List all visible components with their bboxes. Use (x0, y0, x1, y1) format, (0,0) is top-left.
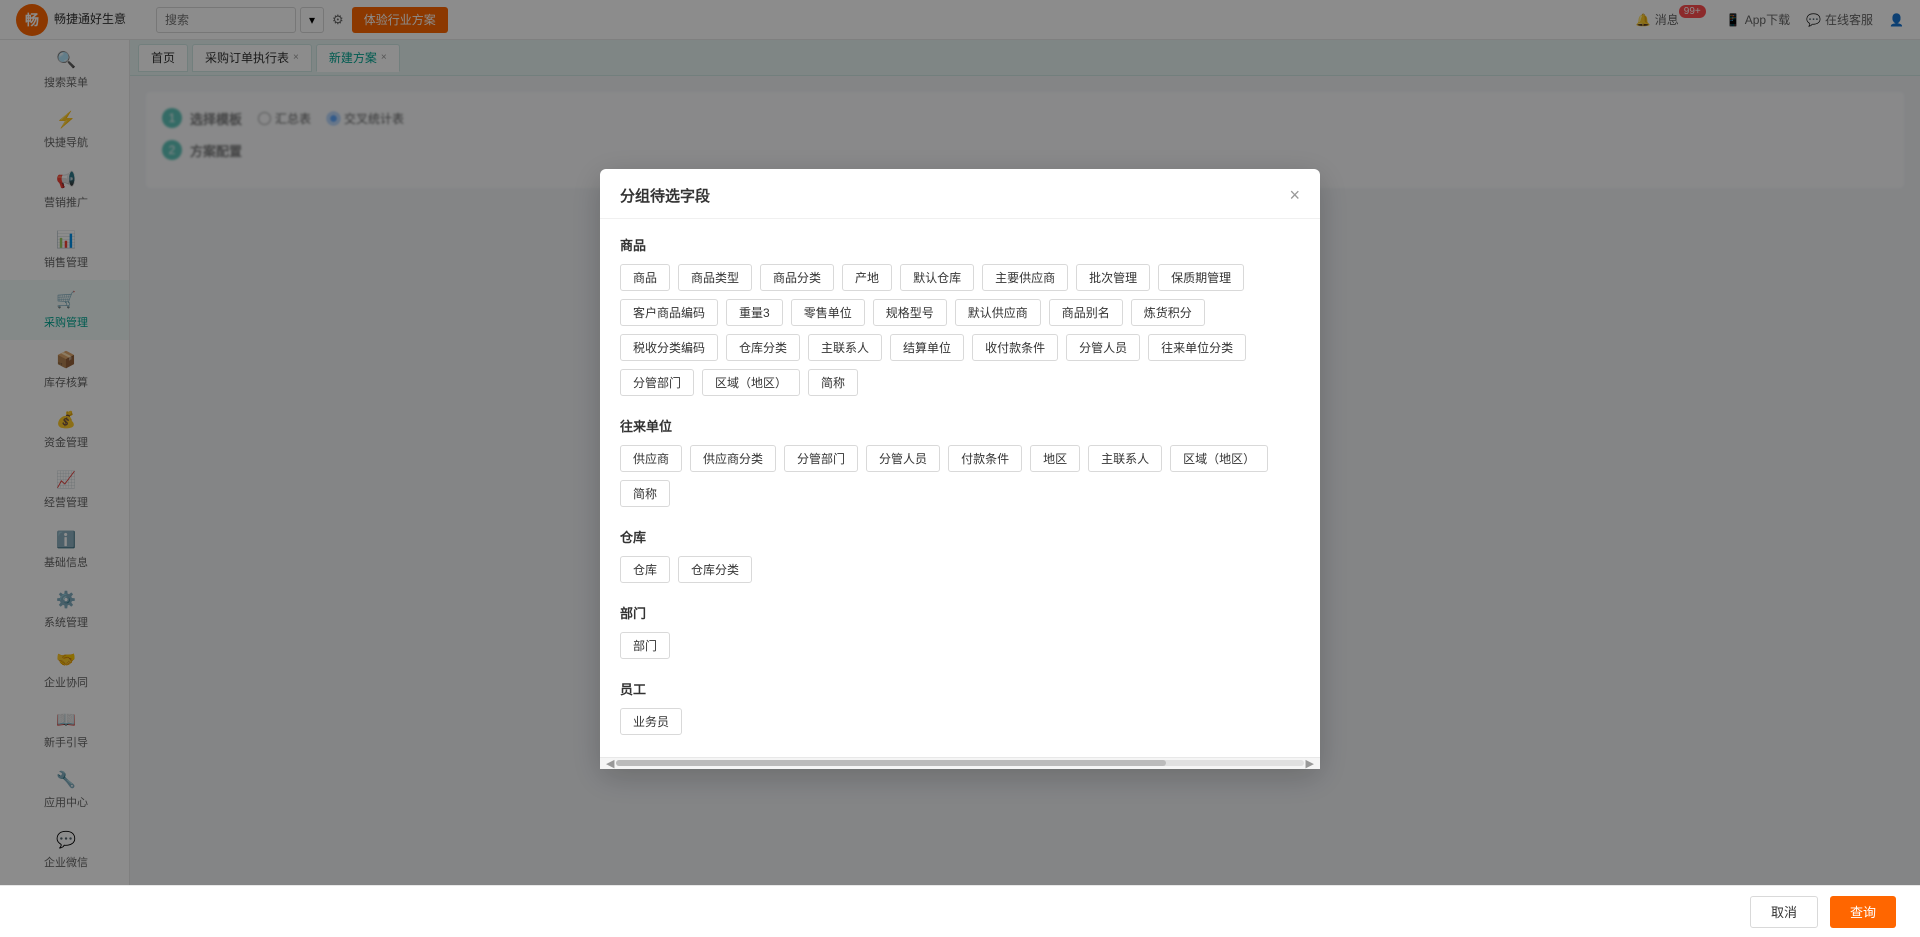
field-tag[interactable]: 往来单位分类 (1148, 334, 1246, 361)
field-tag[interactable]: 供应商 (620, 445, 682, 472)
section-employee: 员工 业务员 (620, 679, 1300, 735)
field-tag[interactable]: 主联系人 (808, 334, 882, 361)
modal-header: 分组待选字段 × (600, 169, 1320, 219)
modal-close-btn[interactable]: × (1289, 185, 1300, 206)
field-tag[interactable]: 地区 (1030, 445, 1080, 472)
field-tag[interactable]: 零售单位 (791, 299, 865, 326)
modal-body[interactable]: 商品 商品 商品类型 商品分类 产地 默认仓库 主要供应商 批次管理 保质期管理… (600, 219, 1320, 757)
confirm-button[interactable]: 查询 (1830, 896, 1896, 928)
modal-scrollbar[interactable]: ◀ ▶ (600, 757, 1320, 769)
field-tag[interactable]: 分管人员 (866, 445, 940, 472)
field-tag[interactable]: 炼货积分 (1131, 299, 1205, 326)
field-tag[interactable]: 默认供应商 (955, 299, 1041, 326)
field-tag[interactable]: 仓库分类 (678, 556, 752, 583)
section-warehouse-title: 仓库 (620, 527, 1300, 546)
field-tag[interactable]: 结算单位 (890, 334, 964, 361)
section-partner: 往来单位 供应商 供应商分类 分管部门 分管人员 付款条件 地区 主联系人 区域… (620, 416, 1300, 507)
section-product: 商品 商品 商品类型 商品分类 产地 默认仓库 主要供应商 批次管理 保质期管理… (620, 235, 1300, 396)
field-tag[interactable]: 产地 (842, 264, 892, 291)
field-tag[interactable]: 商品类型 (678, 264, 752, 291)
field-tag[interactable]: 商品 (620, 264, 670, 291)
modal-field-select: 分组待选字段 × 商品 商品 商品类型 商品分类 产地 默认仓库 主要供应商 批… (600, 169, 1320, 769)
field-tag[interactable]: 主要供应商 (982, 264, 1068, 291)
bottom-bar: 取消 查询 (0, 885, 1920, 937)
cancel-button[interactable]: 取消 (1750, 896, 1818, 928)
section-department-title: 部门 (620, 603, 1300, 622)
field-tag[interactable]: 部门 (620, 632, 670, 659)
section-warehouse: 仓库 仓库 仓库分类 (620, 527, 1300, 583)
partner-field-tags: 供应商 供应商分类 分管部门 分管人员 付款条件 地区 主联系人 区域（地区） … (620, 445, 1300, 507)
scrollbar-track[interactable] (616, 760, 1303, 766)
field-tag[interactable]: 简称 (620, 480, 670, 507)
field-tag[interactable]: 分管人员 (1066, 334, 1140, 361)
field-tag[interactable]: 规格型号 (873, 299, 947, 326)
field-tag[interactable]: 保质期管理 (1158, 264, 1244, 291)
field-tag[interactable]: 简称 (808, 369, 858, 396)
field-tag[interactable]: 分管部门 (784, 445, 858, 472)
scrollbar-thumb[interactable] (616, 760, 1166, 766)
field-tag[interactable]: 税收分类编码 (620, 334, 718, 361)
field-tag[interactable]: 仓库 (620, 556, 670, 583)
field-tag[interactable]: 商品分类 (760, 264, 834, 291)
field-tag[interactable]: 收付款条件 (972, 334, 1058, 361)
field-tag[interactable]: 默认仓库 (900, 264, 974, 291)
field-tag[interactable]: 付款条件 (948, 445, 1022, 472)
field-tag[interactable]: 仓库分类 (726, 334, 800, 361)
field-tag[interactable]: 供应商分类 (690, 445, 776, 472)
section-department: 部门 部门 (620, 603, 1300, 659)
section-partner-title: 往来单位 (620, 416, 1300, 435)
field-tag[interactable]: 分管部门 (620, 369, 694, 396)
field-tag[interactable]: 业务员 (620, 708, 682, 735)
field-tag[interactable]: 重量3 (726, 299, 783, 326)
employee-field-tags: 业务员 (620, 708, 1300, 735)
field-tag[interactable]: 区域（地区） (1170, 445, 1268, 472)
department-field-tags: 部门 (620, 632, 1300, 659)
modal-title: 分组待选字段 (620, 185, 710, 206)
section-product-title: 商品 (620, 235, 1300, 254)
field-tag[interactable]: 批次管理 (1076, 264, 1150, 291)
field-tag[interactable]: 区域（地区） (702, 369, 800, 396)
field-tag[interactable]: 客户商品编码 (620, 299, 718, 326)
product-field-tags: 商品 商品类型 商品分类 产地 默认仓库 主要供应商 批次管理 保质期管理 客户… (620, 264, 1300, 396)
field-tag[interactable]: 商品别名 (1049, 299, 1123, 326)
modal-overlay: 分组待选字段 × 商品 商品 商品类型 商品分类 产地 默认仓库 主要供应商 批… (0, 0, 1920, 937)
section-employee-title: 员工 (620, 679, 1300, 698)
field-tag[interactable]: 主联系人 (1088, 445, 1162, 472)
warehouse-field-tags: 仓库 仓库分类 (620, 556, 1300, 583)
